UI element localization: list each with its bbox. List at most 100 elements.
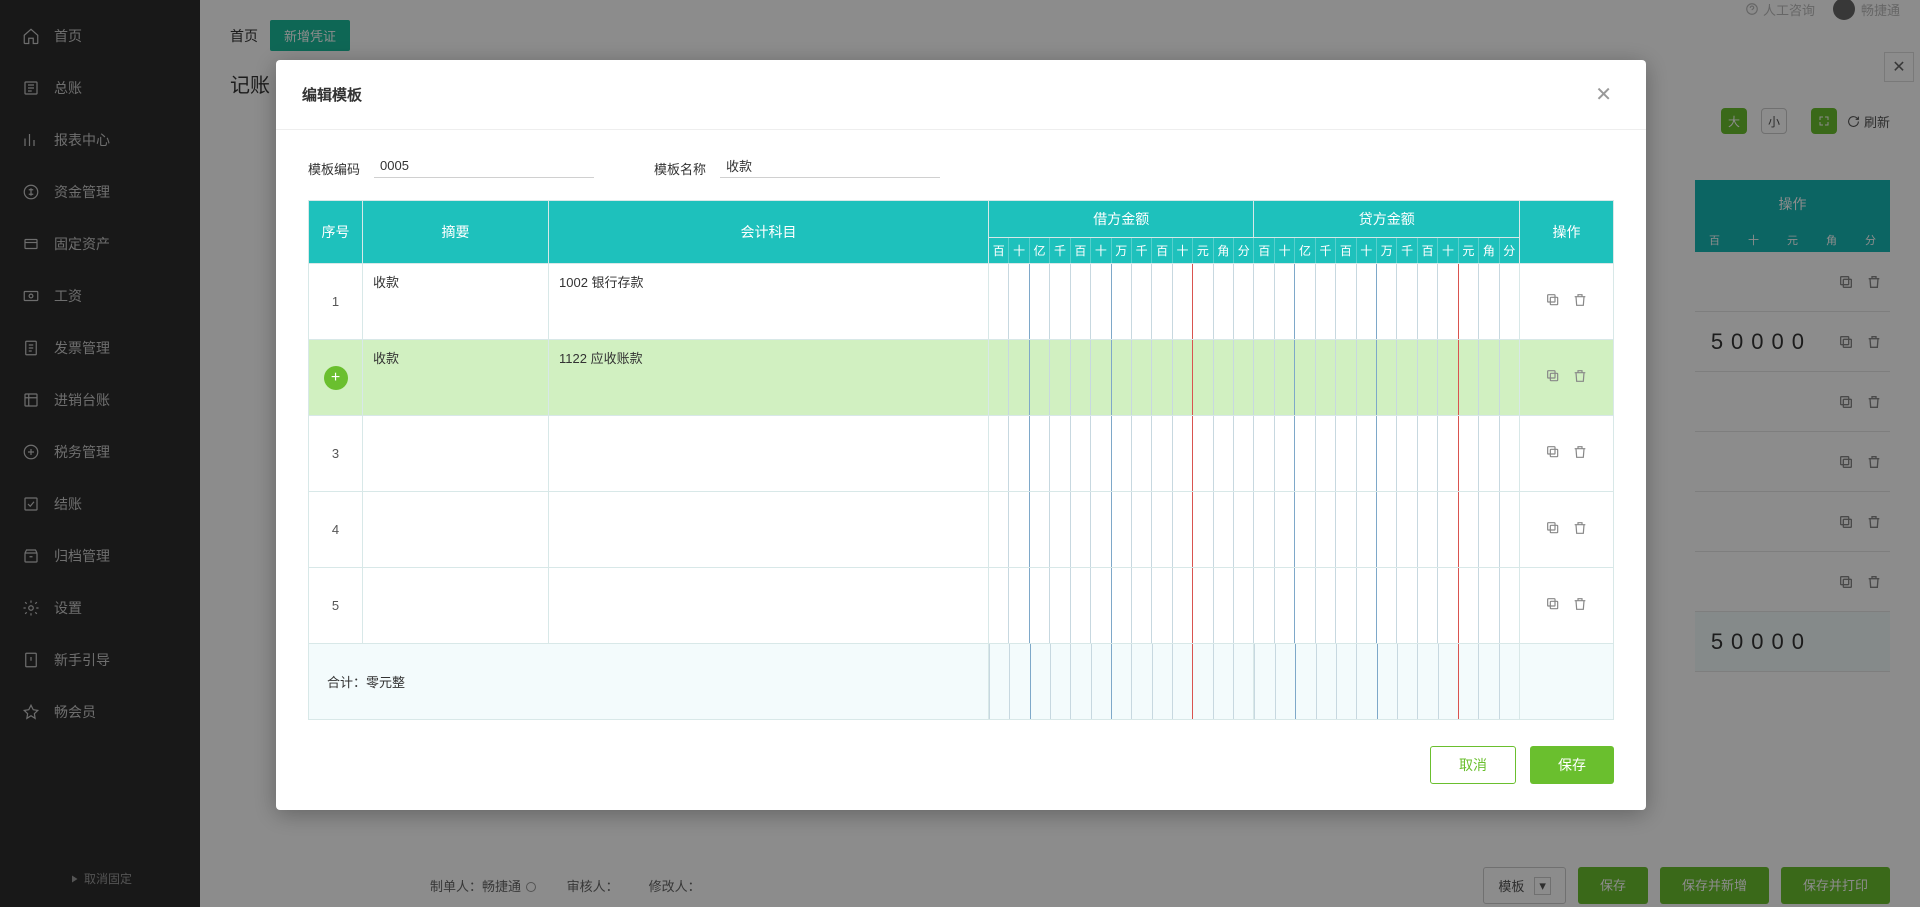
amount-digit-cell[interactable]: [989, 492, 1009, 568]
summary-cell[interactable]: [363, 492, 549, 568]
amount-digit-cell[interactable]: [1458, 416, 1478, 492]
amount-digit-cell[interactable]: [1009, 264, 1029, 340]
amount-digit-cell[interactable]: [1234, 492, 1254, 568]
amount-digit-cell[interactable]: [1193, 416, 1213, 492]
amount-digit-cell[interactable]: [1417, 264, 1437, 340]
amount-digit-cell[interactable]: [1479, 416, 1499, 492]
delete-icon[interactable]: [1572, 520, 1589, 537]
amount-digit-cell[interactable]: [1111, 264, 1131, 340]
amount-digit-cell[interactable]: [1070, 264, 1090, 340]
amount-digit-cell[interactable]: [1295, 340, 1315, 416]
amount-digit-cell[interactable]: [1499, 416, 1519, 492]
amount-digit-cell[interactable]: [1213, 264, 1233, 340]
amount-digit-cell[interactable]: [1315, 492, 1335, 568]
close-icon[interactable]: ✕: [1587, 78, 1620, 111]
amount-digit-cell[interactable]: [1397, 340, 1417, 416]
amount-digit-cell[interactable]: [1377, 416, 1397, 492]
amount-digit-cell[interactable]: [1274, 340, 1294, 416]
amount-digit-cell[interactable]: [1377, 340, 1397, 416]
amount-digit-cell[interactable]: [1213, 492, 1233, 568]
amount-digit-cell[interactable]: [1213, 340, 1233, 416]
amount-digit-cell[interactable]: [1254, 568, 1274, 644]
amount-digit-cell[interactable]: [1050, 340, 1070, 416]
summary-cell[interactable]: [363, 416, 549, 492]
amount-digit-cell[interactable]: [1111, 416, 1131, 492]
amount-digit-cell[interactable]: [1315, 416, 1335, 492]
amount-digit-cell[interactable]: [1274, 416, 1294, 492]
amount-digit-cell[interactable]: [1172, 568, 1192, 644]
amount-digit-cell[interactable]: [1479, 340, 1499, 416]
amount-digit-cell[interactable]: [1458, 340, 1478, 416]
amount-digit-cell[interactable]: [1336, 568, 1356, 644]
amount-digit-cell[interactable]: [1009, 568, 1029, 644]
amount-digit-cell[interactable]: [1254, 340, 1274, 416]
amount-digit-cell[interactable]: [1417, 416, 1437, 492]
amount-digit-cell[interactable]: [1009, 340, 1029, 416]
amount-digit-cell[interactable]: [1193, 492, 1213, 568]
amount-digit-cell[interactable]: [1356, 492, 1376, 568]
amount-digit-cell[interactable]: [1234, 416, 1254, 492]
save-button[interactable]: 保存: [1530, 746, 1614, 784]
amount-digit-cell[interactable]: [1172, 416, 1192, 492]
amount-digit-cell[interactable]: [1295, 264, 1315, 340]
amount-digit-cell[interactable]: [1009, 416, 1029, 492]
copy-icon[interactable]: [1545, 520, 1562, 537]
delete-icon[interactable]: [1572, 596, 1589, 613]
account-cell[interactable]: [549, 416, 989, 492]
table-row[interactable]: 1收款1002 银行存款: [309, 264, 1614, 340]
amount-digit-cell[interactable]: [1193, 568, 1213, 644]
amount-digit-cell[interactable]: [1397, 492, 1417, 568]
amount-digit-cell[interactable]: [1193, 264, 1213, 340]
amount-digit-cell[interactable]: [1050, 492, 1070, 568]
amount-digit-cell[interactable]: [1397, 416, 1417, 492]
amount-digit-cell[interactable]: [1050, 568, 1070, 644]
amount-digit-cell[interactable]: [1417, 492, 1437, 568]
amount-digit-cell[interactable]: [1234, 568, 1254, 644]
amount-digit-cell[interactable]: [1458, 568, 1478, 644]
account-cell[interactable]: 1002 银行存款: [549, 264, 989, 340]
amount-digit-cell[interactable]: [1438, 568, 1458, 644]
account-cell[interactable]: [549, 568, 989, 644]
amount-digit-cell[interactable]: [1172, 264, 1192, 340]
amount-digit-cell[interactable]: [1315, 264, 1335, 340]
amount-digit-cell[interactable]: [1499, 264, 1519, 340]
amount-digit-cell[interactable]: [1070, 340, 1090, 416]
amount-digit-cell[interactable]: [1193, 340, 1213, 416]
amount-digit-cell[interactable]: [1295, 492, 1315, 568]
summary-cell[interactable]: 收款: [363, 264, 549, 340]
amount-digit-cell[interactable]: [1356, 264, 1376, 340]
amount-digit-cell[interactable]: [1377, 492, 1397, 568]
amount-digit-cell[interactable]: [1091, 340, 1111, 416]
amount-digit-cell[interactable]: [1152, 264, 1172, 340]
amount-digit-cell[interactable]: [1254, 416, 1274, 492]
amount-digit-cell[interactable]: [1070, 492, 1090, 568]
amount-digit-cell[interactable]: [1397, 264, 1417, 340]
amount-digit-cell[interactable]: [1009, 492, 1029, 568]
amount-digit-cell[interactable]: [1315, 568, 1335, 644]
amount-digit-cell[interactable]: [1029, 340, 1049, 416]
amount-digit-cell[interactable]: [1438, 264, 1458, 340]
copy-icon[interactable]: [1545, 292, 1562, 309]
amount-digit-cell[interactable]: [1234, 264, 1254, 340]
amount-digit-cell[interactable]: [1131, 264, 1151, 340]
amount-digit-cell[interactable]: [1172, 492, 1192, 568]
copy-icon[interactable]: [1545, 444, 1562, 461]
amount-digit-cell[interactable]: [1438, 416, 1458, 492]
amount-digit-cell[interactable]: [1499, 340, 1519, 416]
amount-digit-cell[interactable]: [989, 416, 1009, 492]
amount-digit-cell[interactable]: [1438, 492, 1458, 568]
table-row[interactable]: 5: [309, 568, 1614, 644]
amount-digit-cell[interactable]: [1274, 568, 1294, 644]
amount-digit-cell[interactable]: [1274, 264, 1294, 340]
amount-digit-cell[interactable]: [1091, 568, 1111, 644]
amount-digit-cell[interactable]: [1336, 264, 1356, 340]
amount-digit-cell[interactable]: [1152, 492, 1172, 568]
summary-cell[interactable]: [363, 568, 549, 644]
amount-digit-cell[interactable]: [989, 264, 1009, 340]
amount-digit-cell[interactable]: [1315, 340, 1335, 416]
amount-digit-cell[interactable]: [1356, 340, 1376, 416]
table-row[interactable]: 4: [309, 492, 1614, 568]
amount-digit-cell[interactable]: [1111, 568, 1131, 644]
copy-icon[interactable]: [1545, 368, 1562, 385]
amount-digit-cell[interactable]: [1356, 416, 1376, 492]
